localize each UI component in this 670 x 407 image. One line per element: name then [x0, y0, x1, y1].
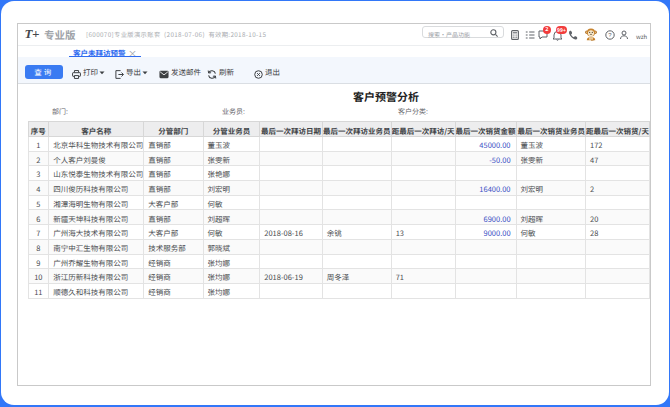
svg-text:?: ?	[608, 32, 612, 38]
